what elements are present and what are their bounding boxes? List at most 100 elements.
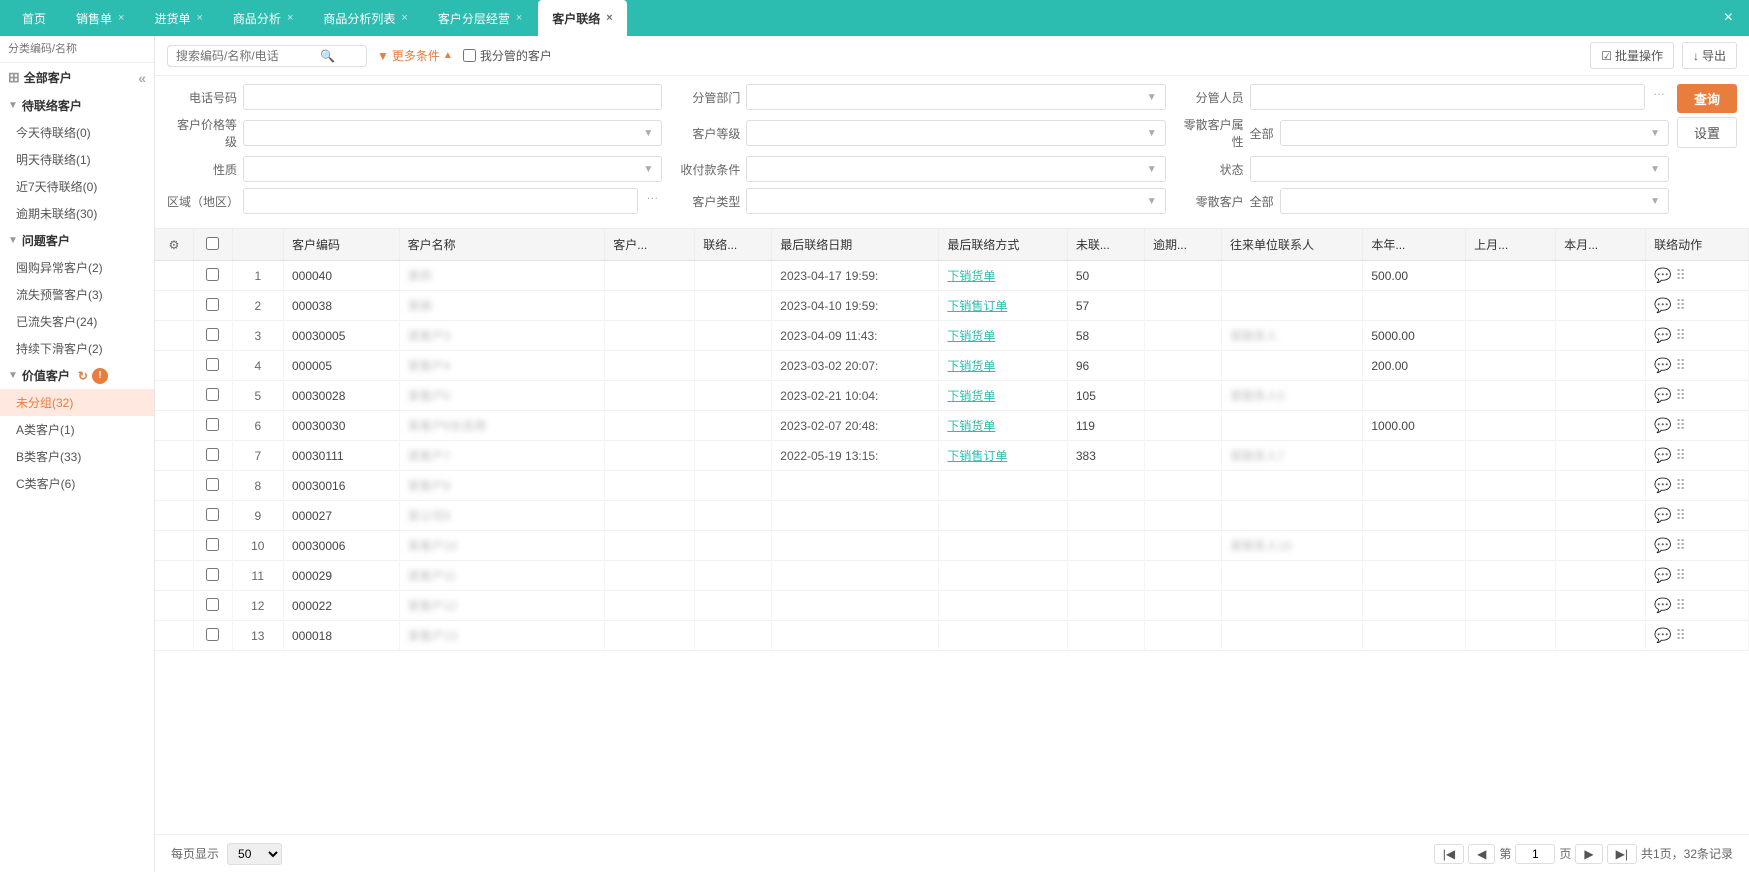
more-action-icon[interactable]: ⠿: [1676, 597, 1686, 614]
dept-select[interactable]: ▼: [746, 84, 1165, 110]
contact-icon[interactable]: 💬: [1654, 537, 1671, 554]
query-button[interactable]: 查询: [1677, 84, 1737, 113]
tab-customer-contact[interactable]: 客户联络 ×: [538, 0, 626, 36]
sidebar-item-warning[interactable]: 流失预警客户(3): [0, 281, 154, 308]
per-page-select[interactable]: 50 100 200: [227, 843, 282, 865]
contact-icon[interactable]: 💬: [1654, 447, 1671, 464]
refresh-icon[interactable]: ↻: [78, 369, 88, 383]
customer-type-select[interactable]: ▼: [746, 188, 1165, 214]
row-checkbox[interactable]: [206, 448, 219, 461]
cell-last-contact-method[interactable]: 下销货单: [939, 411, 1068, 441]
row-checkbox[interactable]: [206, 568, 219, 581]
th-code[interactable]: 客户编码: [283, 229, 399, 261]
payment-select[interactable]: ▼: [746, 156, 1165, 182]
my-customers-check[interactable]: [463, 49, 476, 62]
sidebar-item-tomorrow[interactable]: 明天待联络(1): [0, 146, 154, 173]
more-action-icon[interactable]: ⠿: [1676, 477, 1686, 494]
search-icon[interactable]: 🔍: [320, 49, 335, 63]
row-checkbox[interactable]: [206, 388, 219, 401]
cell-checkbox[interactable]: [194, 561, 233, 591]
cell-checkbox[interactable]: [194, 321, 233, 351]
row-checkbox[interactable]: [206, 598, 219, 611]
search-input[interactable]: [176, 49, 316, 63]
contact-icon[interactable]: 💬: [1654, 597, 1671, 614]
tab-customer-segment[interactable]: 客户分层经营 ×: [424, 0, 536, 36]
sidebar-search-input[interactable]: [8, 43, 150, 55]
contact-icon[interactable]: 💬: [1654, 507, 1671, 524]
more-action-icon[interactable]: ⠿: [1676, 627, 1686, 644]
cell-last-contact-method[interactable]: [939, 471, 1068, 501]
customer-level-select[interactable]: ▼: [746, 120, 1165, 146]
retail-customer-select[interactable]: ▼: [1280, 188, 1669, 214]
row-checkbox[interactable]: [206, 508, 219, 521]
sidebar-item-7days[interactable]: 近7天待联络(0): [0, 173, 154, 200]
sidebar-item-b-class[interactable]: B类客户(33): [0, 443, 154, 470]
more-conditions-button[interactable]: ▼ 更多条件 ▲: [377, 47, 453, 64]
select-all-checkbox[interactable]: [206, 237, 219, 250]
cell-checkbox[interactable]: [194, 411, 233, 441]
next-page-button[interactable]: ▶: [1575, 844, 1602, 864]
cell-last-contact-method[interactable]: 下销售订单: [939, 291, 1068, 321]
tab-sales[interactable]: 销售单 ×: [62, 0, 138, 36]
tab-analysis-list-close[interactable]: ×: [401, 12, 407, 24]
status-select[interactable]: ▼: [1250, 156, 1669, 182]
contact-icon[interactable]: 💬: [1654, 477, 1671, 494]
region-more-icon[interactable]: …: [642, 188, 662, 214]
my-customers-checkbox[interactable]: 我分管的客户: [463, 47, 552, 64]
th-last-contact-method[interactable]: 最后联络方式: [939, 229, 1068, 261]
th-last-contact-date[interactable]: 最后联络日期: [772, 229, 939, 261]
cell-checkbox[interactable]: [194, 441, 233, 471]
last-page-button[interactable]: ▶|: [1607, 844, 1637, 864]
cell-last-contact-method[interactable]: 下销货单: [939, 261, 1068, 291]
first-page-button[interactable]: |◀: [1434, 844, 1464, 864]
contact-icon[interactable]: 💬: [1654, 327, 1671, 344]
more-action-icon[interactable]: ⠿: [1676, 387, 1686, 404]
cell-last-contact-method[interactable]: 下销货单: [939, 381, 1068, 411]
more-action-icon[interactable]: ⠿: [1676, 297, 1686, 314]
cell-checkbox[interactable]: [194, 261, 233, 291]
row-checkbox[interactable]: [206, 268, 219, 281]
sidebar-item-ungroup[interactable]: 未分组(32): [0, 389, 154, 416]
contact-icon[interactable]: 💬: [1654, 357, 1671, 374]
cell-checkbox[interactable]: [194, 291, 233, 321]
tab-purchase[interactable]: 进货单 ×: [140, 0, 216, 36]
sidebar-all-customers[interactable]: ⊞ 全部客户 «: [0, 63, 154, 92]
sidebar-item-a-class[interactable]: A类客户(1): [0, 416, 154, 443]
th-type[interactable]: 客户...: [605, 229, 695, 261]
cell-checkbox[interactable]: [194, 621, 233, 651]
tab-home[interactable]: 首页: [8, 0, 60, 36]
row-checkbox[interactable]: [206, 628, 219, 641]
sidebar-item-today[interactable]: 今天待联络(0): [0, 119, 154, 146]
cell-checkbox[interactable]: [194, 351, 233, 381]
prev-page-button[interactable]: ◀: [1468, 844, 1495, 864]
sidebar-item-abnormal[interactable]: 囤购异常客户(2): [0, 254, 154, 281]
more-action-icon[interactable]: ⠿: [1676, 537, 1686, 554]
cell-last-contact-method[interactable]: 下销货单: [939, 351, 1068, 381]
contact-icon[interactable]: 💬: [1654, 387, 1671, 404]
sidebar-group-problem[interactable]: ▼ 问题客户: [0, 227, 154, 254]
row-checkbox[interactable]: [206, 478, 219, 491]
contact-icon[interactable]: 💬: [1654, 567, 1671, 584]
cell-checkbox[interactable]: [194, 531, 233, 561]
th-last-month[interactable]: 上月...: [1466, 229, 1556, 261]
price-level-select[interactable]: ▼: [243, 120, 662, 146]
th-contact[interactable]: 联络...: [695, 229, 772, 261]
row-checkbox[interactable]: [206, 328, 219, 341]
cell-last-contact-method[interactable]: [939, 501, 1068, 531]
tab-analysis-list[interactable]: 商品分析列表 ×: [309, 0, 421, 36]
cell-last-contact-method[interactable]: [939, 561, 1068, 591]
sidebar-collapse-icon[interactable]: «: [138, 70, 146, 86]
contact-icon[interactable]: 💬: [1654, 297, 1671, 314]
more-action-icon[interactable]: ⠿: [1676, 327, 1686, 344]
region-select[interactable]: [243, 188, 638, 214]
tab-analysis-close[interactable]: ×: [287, 12, 293, 24]
th-not-contacted[interactable]: 未联...: [1067, 229, 1144, 261]
tab-sales-close[interactable]: ×: [118, 12, 124, 24]
retail-attr-select[interactable]: ▼: [1280, 120, 1669, 146]
th-this-month[interactable]: 本月...: [1556, 229, 1646, 261]
cell-last-contact-method[interactable]: [939, 531, 1068, 561]
sidebar-item-lost[interactable]: 已流失客户(24): [0, 308, 154, 335]
person-select[interactable]: [1250, 84, 1645, 110]
cell-checkbox[interactable]: [194, 471, 233, 501]
contact-icon[interactable]: 💬: [1654, 267, 1671, 284]
